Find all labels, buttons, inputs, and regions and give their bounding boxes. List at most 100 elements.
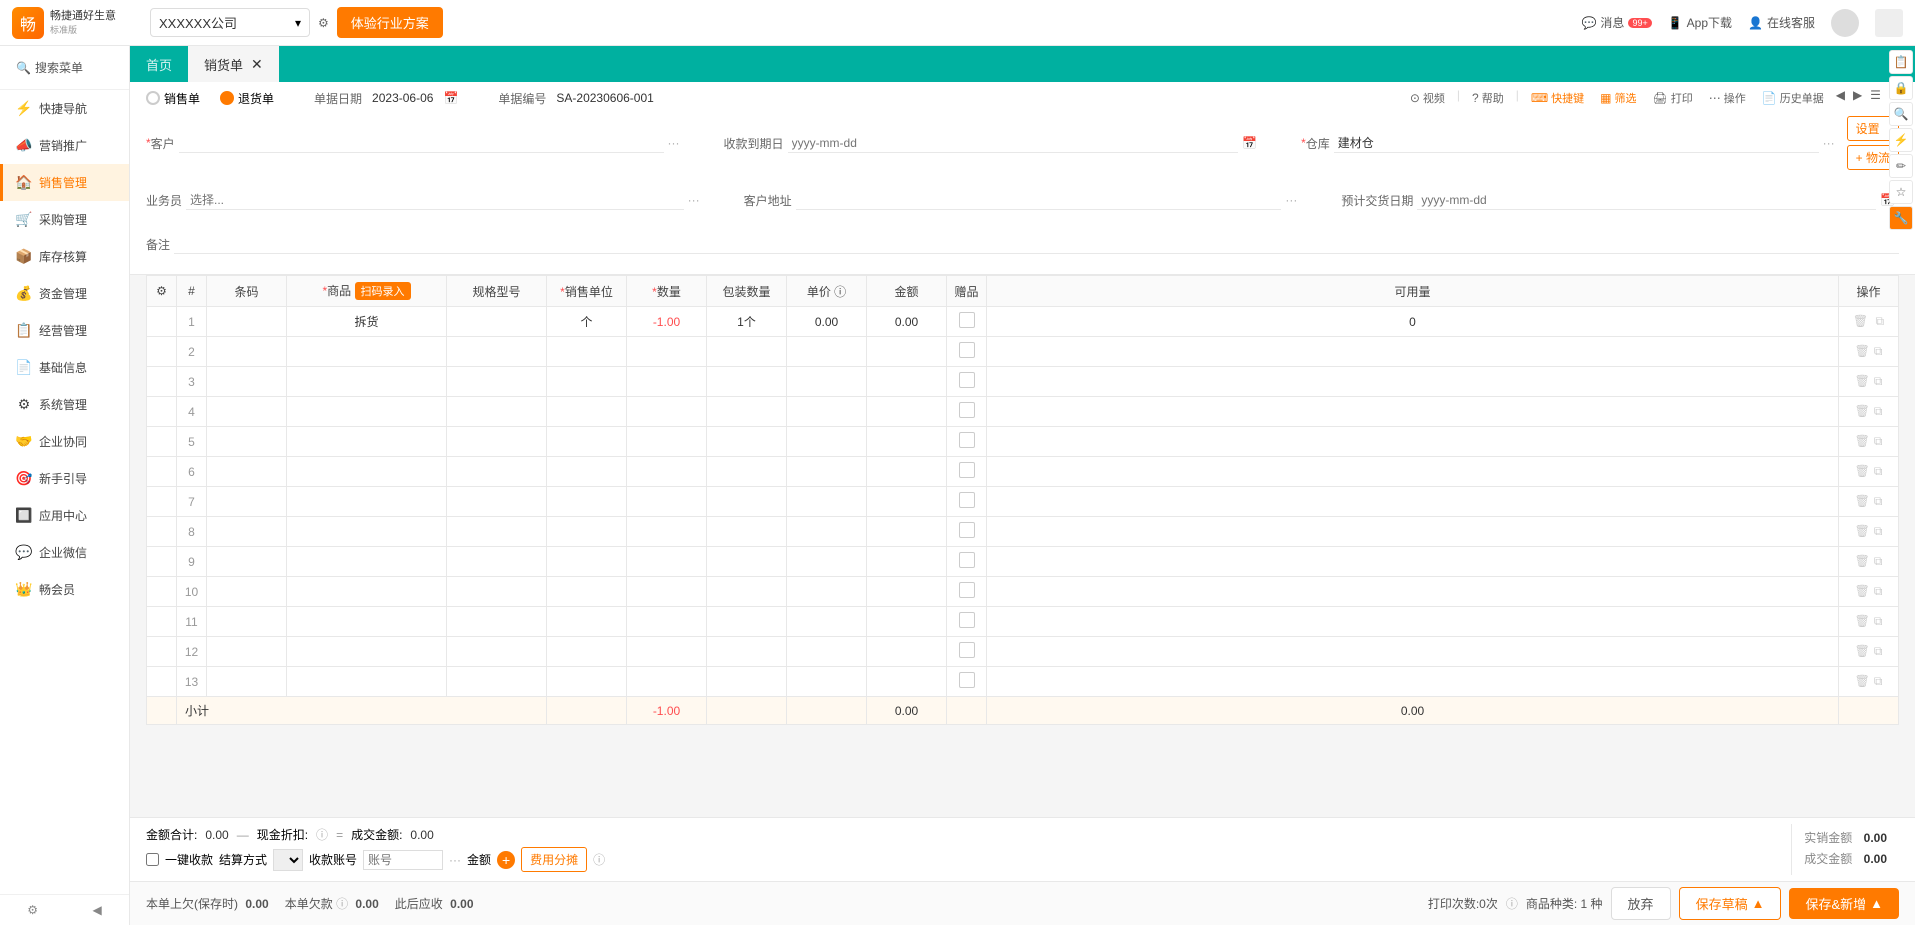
shortcut-btn[interactable]: ⌨ 快捷键 — [1527, 88, 1588, 108]
online-service-button[interactable]: 👤 在线客服 — [1748, 14, 1815, 31]
row1-barcode[interactable] — [207, 307, 287, 337]
calendar-icon[interactable]: 📅 — [443, 91, 458, 105]
save-draft-chevron[interactable]: ▲ — [1752, 896, 1765, 911]
row8-delete-icon[interactable]: 🗑 — [1855, 524, 1870, 538]
discard-button[interactable]: 放弃 — [1611, 887, 1671, 920]
sidebar-collapse-btn[interactable]: ◀ — [93, 903, 102, 917]
row6-delete-icon[interactable]: 🗑 — [1855, 464, 1870, 478]
row13-delete-icon[interactable]: 🗑 — [1855, 674, 1870, 688]
filter-btn[interactable]: ▦ 筛选 — [1596, 88, 1640, 108]
app-download-button[interactable]: 📱 App下载 — [1668, 14, 1732, 31]
user-menu-icon[interactable] — [1875, 9, 1903, 37]
video-btn[interactable]: ⊙ 视频 — [1406, 88, 1449, 108]
row4-delete-icon[interactable]: 🗑 — [1855, 404, 1870, 418]
sidebar-item-quick-nav[interactable]: ⚡ 快捷导航 — [0, 90, 129, 127]
save-new-button[interactable]: 保存&新增 ▲ — [1789, 888, 1899, 919]
row1-pack-qty[interactable]: 1个 — [707, 307, 787, 337]
nav-next-icon[interactable]: ▶ — [1853, 88, 1862, 108]
row10-copy-icon[interactable]: ⧉ — [1874, 584, 1883, 598]
due-date-calendar-icon[interactable]: 📅 — [1238, 136, 1261, 150]
sidebar-item-purchase-mgmt[interactable]: 🛒 采购管理 — [0, 201, 129, 238]
customer-address-input[interactable] — [796, 191, 1282, 210]
row1-product[interactable]: 拆货 — [287, 307, 447, 337]
save-new-chevron[interactable]: ▲ — [1870, 896, 1883, 911]
sidebar-item-member[interactable]: 👑 畅会员 — [0, 571, 129, 608]
tab-sales-order[interactable]: 销货单 ✕ — [188, 46, 279, 82]
sidebar-item-system-mgmt[interactable]: ⚙ 系统管理 — [0, 386, 129, 423]
row3-delete-icon[interactable]: 🗑 — [1855, 374, 1870, 388]
due-date-input[interactable] — [788, 134, 1239, 153]
tab-home[interactable]: 首页 — [130, 46, 188, 82]
row12-copy-icon[interactable]: ⧉ — [1874, 644, 1883, 658]
fee-split-button[interactable]: 费用分摊 — [521, 847, 587, 872]
row4-copy-icon[interactable]: ⧉ — [1874, 404, 1883, 418]
radio-sale[interactable]: 销售单 — [146, 90, 200, 107]
right-panel-quick-btn[interactable]: ⚡ — [1889, 128, 1913, 152]
right-panel-star-btn[interactable]: ☆ — [1889, 180, 1913, 204]
row7-copy-icon[interactable]: ⧉ — [1874, 494, 1883, 508]
sidebar-item-enterprise-wechat[interactable]: 💬 企业微信 — [0, 534, 129, 571]
row2-copy-icon[interactable]: ⧉ — [1874, 344, 1883, 358]
salesperson-dots-icon[interactable]: ··· — [684, 193, 704, 207]
sidebar-item-enterprise-collab[interactable]: 🤝 企业协同 — [0, 423, 129, 460]
sidebar-item-beginner-guide[interactable]: 🎯 新手引导 — [0, 460, 129, 497]
row12-delete-icon[interactable]: 🗑 — [1855, 644, 1870, 658]
one-click-pay-checkbox[interactable] — [146, 853, 159, 866]
radio-return[interactable]: 退货单 — [220, 90, 274, 107]
company-selector[interactable]: XXXXXX公司 ▾ — [150, 8, 310, 37]
customer-dots-icon[interactable]: ··· — [664, 136, 684, 150]
account-dots-icon[interactable]: ··· — [449, 853, 461, 867]
row11-copy-icon[interactable]: ⧉ — [1874, 614, 1883, 628]
sidebar-item-basic-info[interactable]: 📄 基础信息 — [0, 349, 129, 386]
history-btn[interactable]: 📄 历史单据 — [1758, 88, 1828, 108]
row7-delete-icon[interactable]: 🗑 — [1855, 494, 1870, 508]
right-panel-tool-btn[interactable]: 🔧 — [1889, 206, 1913, 230]
row3-copy-icon[interactable]: ⧉ — [1874, 374, 1883, 388]
row9-copy-icon[interactable]: ⧉ — [1874, 554, 1883, 568]
user-avatar[interactable] — [1831, 9, 1859, 37]
print-btn[interactable]: 🖨 打印 — [1649, 88, 1697, 108]
settings-icon[interactable]: ⚙ — [318, 16, 329, 30]
help-btn[interactable]: ? 帮助 — [1468, 88, 1508, 108]
sidebar-settings-btn[interactable]: ⚙ — [27, 903, 38, 917]
message-button[interactable]: 💬 消息 99+ — [1581, 14, 1651, 31]
payment-account-input[interactable] — [363, 850, 443, 870]
salesperson-input[interactable] — [186, 191, 684, 210]
payment-method-select[interactable] — [273, 849, 303, 871]
row6-copy-icon[interactable]: ⧉ — [1874, 464, 1883, 478]
scan-button[interactable]: 扫码录入 — [355, 282, 411, 300]
sidebar-item-inventory[interactable]: 📦 库存核算 — [0, 238, 129, 275]
row1-unit-price[interactable]: 0.00 — [787, 307, 867, 337]
address-dots-icon[interactable]: ··· — [1281, 193, 1301, 207]
right-panel-lock-btn[interactable]: 🔒 — [1889, 76, 1913, 100]
remarks-input[interactable] — [174, 235, 1899, 254]
warehouse-input[interactable] — [1334, 134, 1819, 153]
operation-btn[interactable]: ⋯ 操作 — [1705, 88, 1750, 108]
row2-delete-icon[interactable]: 🗑 — [1855, 344, 1870, 358]
customer-input[interactable] — [179, 134, 664, 153]
add-payment-button[interactable]: + — [497, 851, 515, 869]
sidebar-item-capital-mgmt[interactable]: 💰 资金管理 — [0, 275, 129, 312]
row11-delete-icon[interactable]: 🗑 — [1855, 614, 1870, 628]
row1-amount[interactable]: 0.00 — [867, 307, 947, 337]
layout-list-icon[interactable]: ☰ — [1870, 88, 1881, 108]
trial-button[interactable]: 体验行业方案 — [337, 7, 443, 38]
nav-prev-icon[interactable]: ◀ — [1836, 88, 1845, 108]
row1-quantity[interactable]: -1.00 — [627, 307, 707, 337]
row1-copy-icon[interactable]: ⧉ — [1876, 314, 1885, 328]
sidebar-item-marketing[interactable]: 📣 营销推广 — [0, 127, 129, 164]
row5-delete-icon[interactable]: 🗑 — [1855, 434, 1870, 448]
row9-delete-icon[interactable]: 🗑 — [1855, 554, 1870, 568]
row13-copy-icon[interactable]: ⧉ — [1874, 674, 1883, 688]
tab-close-icon[interactable]: ✕ — [251, 56, 263, 73]
row1-spec[interactable] — [447, 307, 547, 337]
right-panel-search-btn[interactable]: 🔍 — [1889, 102, 1913, 126]
expected-delivery-input[interactable] — [1417, 191, 1876, 210]
row5-copy-icon[interactable]: ⧉ — [1874, 434, 1883, 448]
sidebar-item-app-center[interactable]: 🔲 应用中心 — [0, 497, 129, 534]
save-draft-button[interactable]: 保存草稿 ▲ — [1679, 887, 1782, 920]
warehouse-dots-icon[interactable]: ··· — [1819, 136, 1839, 150]
row10-delete-icon[interactable]: 🗑 — [1855, 584, 1870, 598]
right-panel-edit-btn[interactable]: ✏ — [1889, 154, 1913, 178]
col-settings[interactable]: ⚙ — [147, 276, 177, 307]
